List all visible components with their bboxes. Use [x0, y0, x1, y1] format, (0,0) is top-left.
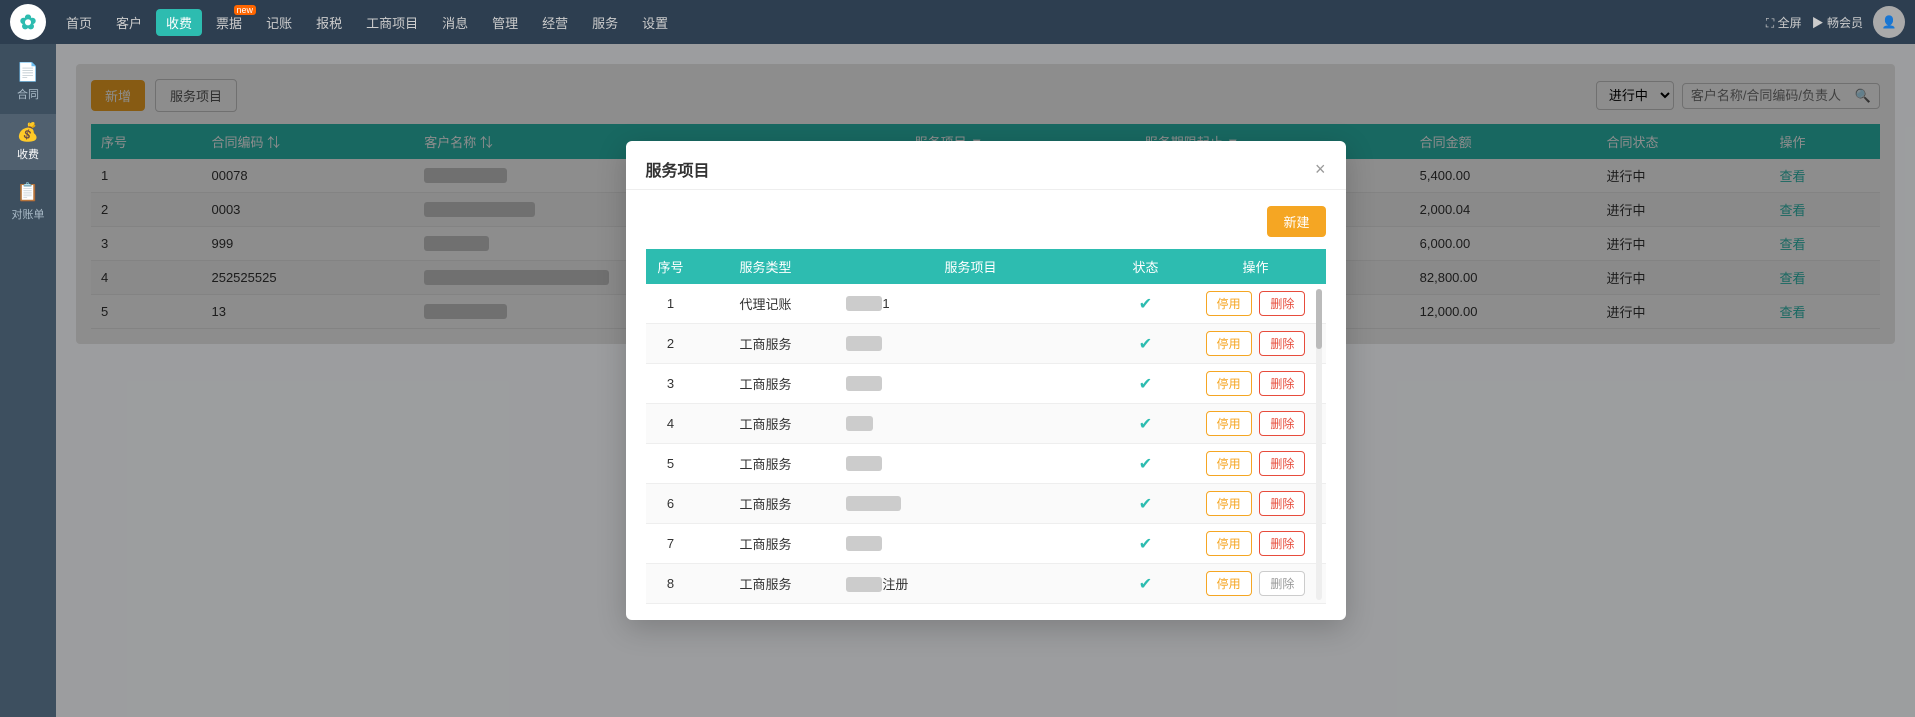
- status-check-icon: ✔: [1139, 296, 1152, 313]
- modal-col-item: 服务项目: [836, 249, 1106, 284]
- delete-btn-disabled[interactable]: 删除: [1259, 571, 1305, 596]
- modal-header: 服务项目 ×: [626, 141, 1346, 190]
- stop-btn[interactable]: 停用: [1206, 531, 1252, 556]
- nav-settings[interactable]: 设置: [632, 9, 678, 36]
- delete-btn[interactable]: 删除: [1259, 491, 1305, 516]
- avatar[interactable]: 👤: [1873, 6, 1905, 38]
- nav-baoshui[interactable]: 报税: [306, 9, 352, 36]
- sidebar-item-contract[interactable]: 📄 合同: [0, 54, 56, 110]
- modal-col-seq: 序号: [646, 249, 696, 284]
- nav-jizhang[interactable]: 记账: [256, 9, 302, 36]
- modal-table: 序号 服务类型 服务项目 状态 操作 1 代理记账: [646, 249, 1326, 604]
- delete-btn[interactable]: 删除: [1259, 411, 1305, 436]
- delete-btn[interactable]: 删除: [1259, 331, 1305, 356]
- fee-icon: 💰: [17, 122, 39, 143]
- delete-btn[interactable]: 删除: [1259, 531, 1305, 556]
- modal-col-status: 状态: [1106, 249, 1186, 284]
- reconcile-icon: 📋: [17, 182, 39, 203]
- stop-btn[interactable]: 停用: [1206, 411, 1252, 436]
- nav-message[interactable]: 消息: [432, 9, 478, 36]
- modal-table-row: 4 工商服务 ███ ✔ 停用 删除: [646, 404, 1326, 444]
- modal-table-row: 5 工商服务 ████ ✔ 停用 删除: [646, 444, 1326, 484]
- scrollbar-track[interactable]: [1316, 289, 1322, 600]
- status-check-icon: ✔: [1139, 376, 1152, 393]
- stop-btn[interactable]: 停用: [1206, 331, 1252, 356]
- modal-table-row: 1 代理记账 ████1 ✔ 停用 删除: [646, 284, 1326, 324]
- sidebar: 📄 合同 💰 收费 📋 对账单: [0, 44, 56, 717]
- fullscreen-btn[interactable]: ⛶ 全屏: [1766, 14, 1802, 31]
- new-badge: new: [234, 5, 257, 15]
- stop-btn[interactable]: 停用: [1206, 371, 1252, 396]
- right-actions: ⛶ 全屏 ▶ 畅会员 👤: [1766, 6, 1905, 38]
- sidebar-item-fee[interactable]: 💰 收费: [0, 114, 56, 170]
- delete-btn[interactable]: 删除: [1259, 451, 1305, 476]
- stop-btn[interactable]: 停用: [1206, 491, 1252, 516]
- modal-col-action: 操作: [1186, 249, 1326, 284]
- member-btn[interactable]: ▶ 畅会员: [1812, 14, 1863, 31]
- main-area: 新增 服务项目 进行中 🔍 序号 合同编码 ⇅: [56, 44, 1915, 717]
- delete-btn[interactable]: 删除: [1259, 291, 1305, 316]
- sidebar-label-contract: 合同: [17, 86, 39, 102]
- modal-body: 新建 序号 服务类型 服务项目 状态 操作: [626, 190, 1346, 620]
- nav-customer[interactable]: 客户: [106, 9, 152, 36]
- modal-table-row: 7 工商服务 ████ ✔ 停用 删除: [646, 524, 1326, 564]
- stop-btn[interactable]: 停用: [1206, 451, 1252, 476]
- modal-new-btn[interactable]: 新建: [1267, 206, 1325, 237]
- nav-gongshang[interactable]: 工商项目: [356, 9, 428, 36]
- sidebar-label-fee: 收费: [17, 146, 39, 162]
- modal-table-row: 2 工商服务 ████ ✔ 停用 删除: [646, 324, 1326, 364]
- delete-btn[interactable]: 删除: [1259, 371, 1305, 396]
- stop-btn[interactable]: 停用: [1206, 571, 1252, 596]
- modal-table-row: 6 工商服务 ██████ ✔ 停用 删除: [646, 484, 1326, 524]
- nav-home[interactable]: 首页: [56, 9, 102, 36]
- scrollbar-thumb[interactable]: [1316, 289, 1322, 349]
- nav-piaoju[interactable]: 票据 new: [206, 9, 252, 36]
- contract-icon: 📄: [17, 62, 39, 83]
- sidebar-label-reconcile: 对账单: [12, 206, 45, 222]
- sidebar-item-reconcile[interactable]: 📋 对账单: [0, 174, 56, 230]
- status-check-icon: ✔: [1139, 496, 1152, 513]
- nav-economy[interactable]: 经营: [532, 9, 578, 36]
- modal-table-row: 8 工商服务 ████注册 ✔ 停用 删除: [646, 564, 1326, 604]
- nav-manage[interactable]: 管理: [482, 9, 528, 36]
- modal-col-type: 服务类型: [696, 249, 836, 284]
- nav-items: 首页 客户 收费 票据 new 记账 报税 工商项目 消息 管理 经营 服务 设…: [56, 9, 1766, 36]
- service-modal: 服务项目 × 新建 序号 服务类型 服务项目: [626, 141, 1346, 620]
- status-check-icon: ✔: [1139, 536, 1152, 553]
- modal-title: 服务项目: [646, 157, 710, 181]
- status-check-icon: ✔: [1139, 336, 1152, 353]
- nav-shoufei[interactable]: 收费: [156, 9, 202, 36]
- stop-btn[interactable]: 停用: [1206, 291, 1252, 316]
- modal-close-btn[interactable]: ×: [1315, 160, 1326, 178]
- modal-table-row: 3 工商服务 ████ ✔ 停用 删除: [646, 364, 1326, 404]
- app-logo: ✿: [10, 4, 46, 40]
- modal-toolbar: 新建: [646, 206, 1326, 237]
- modal-overlay: 服务项目 × 新建 序号 服务类型 服务项目: [56, 44, 1915, 717]
- top-nav: ✿ 首页 客户 收费 票据 new 记账 报税 工商项目 消息 管理 经营 服务…: [0, 0, 1915, 44]
- layout: 📄 合同 💰 收费 📋 对账单 新增 服务项目 进行中: [0, 44, 1915, 717]
- status-check-icon: ✔: [1139, 576, 1152, 593]
- status-check-icon: ✔: [1139, 416, 1152, 433]
- status-check-icon: ✔: [1139, 456, 1152, 473]
- nav-service[interactable]: 服务: [582, 9, 628, 36]
